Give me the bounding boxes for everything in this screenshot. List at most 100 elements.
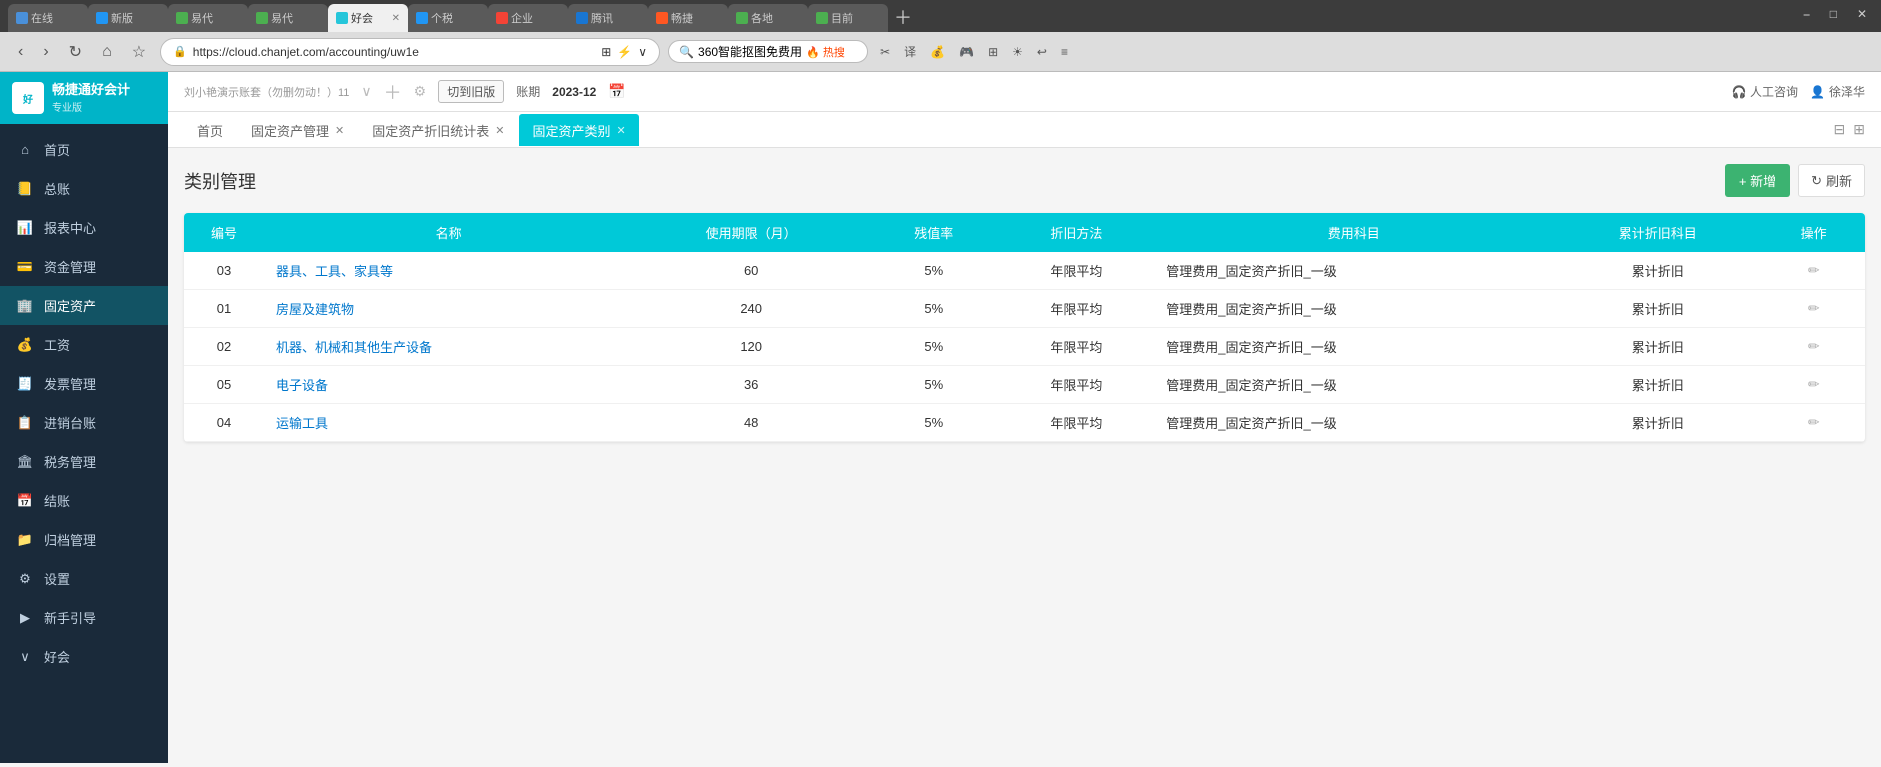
edit-icon[interactable]: ✏ — [1808, 262, 1820, 278]
cell-name[interactable]: 机器、机械和其他生产设备 — [264, 328, 633, 366]
refresh-button[interactable]: ↻ 刷新 — [1798, 164, 1865, 197]
cell-id: 03 — [184, 252, 264, 290]
tab-favicon — [496, 12, 508, 24]
service-button[interactable]: 🎧 人工咨询 — [1732, 83, 1798, 100]
tab-close-asset-category[interactable]: ✕ — [617, 124, 626, 137]
sidebar-item-home[interactable]: ⌂ 首页 — [0, 130, 168, 169]
cell-residual: 5% — [869, 290, 998, 328]
sidebar-item-archive[interactable]: 📁 归档管理 — [0, 520, 168, 559]
home-button[interactable]: ⌂ — [96, 41, 118, 63]
tab-close-asset-mgmt[interactable]: ✕ — [335, 124, 344, 137]
grid-tool[interactable]: ⊞ — [984, 43, 1002, 61]
minimize-button[interactable]: ⎯ — [1798, 5, 1816, 24]
add-account-btn[interactable]: ＋ — [384, 79, 402, 105]
browser-tab-muqian[interactable]: 目前 — [808, 4, 888, 32]
tab-label: 畅捷 — [671, 10, 720, 26]
tab-label: 各地 — [751, 10, 800, 26]
refresh-icon: ↻ — [1811, 173, 1822, 189]
tab-asset-category[interactable]: 固定资产类别 ✕ — [519, 114, 638, 146]
sidebar-item-invoice[interactable]: 🧾 发票管理 — [0, 364, 168, 403]
calendar-icon[interactable]: 📅 — [608, 83, 625, 100]
col-header-expense: 费用科目 — [1154, 213, 1553, 252]
sidebar-item-guide[interactable]: ▶ 新手引导 — [0, 598, 168, 637]
ledger-icon: 📒 — [16, 180, 34, 198]
tab-label: 目前 — [831, 10, 880, 26]
old-version-button[interactable]: 切到旧版 — [438, 80, 504, 103]
forward-button[interactable]: › — [37, 41, 54, 63]
refresh-label: 刷新 — [1826, 171, 1852, 190]
tab-minimize-icon[interactable]: ⊟ — [1834, 121, 1846, 138]
browser-controls: ⎯ □ ✕ — [1798, 5, 1873, 28]
back-button[interactable]: ‹ — [12, 41, 29, 63]
new-tab-button[interactable]: ＋ — [888, 4, 918, 32]
edit-icon[interactable]: ✏ — [1808, 414, 1820, 430]
sidebar-item-fund[interactable]: 💳 资金管理 — [0, 247, 168, 286]
sidebar-item-haohui[interactable]: ∨ 好会 — [0, 637, 168, 676]
search-icon: 🔍 — [679, 45, 694, 59]
browser-tab-tengxun[interactable]: 腾讯 — [568, 4, 648, 32]
sun-tool[interactable]: ☀ — [1008, 43, 1027, 61]
reload-button[interactable]: ↻ — [63, 40, 88, 64]
browser-tab-xinban[interactable]: 新版 — [88, 4, 168, 32]
browser-tab-haohui[interactable]: 好会 ✕ — [328, 4, 408, 32]
col-header-method: 折旧方法 — [998, 213, 1154, 252]
menu-button[interactable]: ≡ — [1057, 43, 1072, 61]
address-bar[interactable]: 🔒 https://cloud.chanjet.com/accounting/u… — [160, 38, 660, 66]
cell-accumulated: 累计折旧 — [1553, 366, 1762, 404]
game-tool[interactable]: 🎮 — [955, 43, 978, 61]
cell-name[interactable]: 电子设备 — [264, 366, 633, 404]
cut-tool[interactable]: ✂ — [876, 43, 894, 61]
sidebar-item-report[interactable]: 📊 报表中心 — [0, 208, 168, 247]
edit-icon[interactable]: ✏ — [1808, 338, 1820, 354]
add-category-button[interactable]: + 新增 — [1725, 164, 1790, 197]
user-account[interactable]: 👤 徐泽华 — [1810, 83, 1865, 100]
browser-tab-geshui[interactable]: 个税 — [408, 4, 488, 32]
browser-tab-gedi[interactable]: 各地 — [728, 4, 808, 32]
browser-tab-close[interactable]: ✕ — [392, 13, 400, 24]
service-label: 人工咨询 — [1750, 85, 1798, 99]
wallet-tool[interactable]: 💰 — [926, 43, 949, 61]
guide-icon: ▶ — [16, 609, 34, 627]
tab-label: 新版 — [111, 10, 160, 26]
browser-tab-yidai2[interactable]: 易代 — [248, 4, 328, 32]
tab-favicon — [656, 12, 668, 24]
browser-tab-qiye[interactable]: 企业 — [488, 4, 568, 32]
sidebar-item-settings[interactable]: ⚙ 设置 — [0, 559, 168, 598]
tab-depreciation-report[interactable]: 固定资产折旧统计表 ✕ — [359, 114, 517, 146]
username-text: 徐泽华 — [1829, 83, 1865, 100]
cell-residual: 5% — [869, 252, 998, 290]
edit-icon[interactable]: ✏ — [1808, 376, 1820, 392]
bookmark-button[interactable]: ☆ — [126, 40, 152, 64]
period-value: 2023-12 — [552, 85, 596, 99]
close-window-button[interactable]: ✕ — [1851, 5, 1873, 23]
sidebar-item-tax[interactable]: 🏛 税务管理 — [0, 442, 168, 481]
tab-asset-mgmt[interactable]: 固定资产管理 ✕ — [238, 114, 357, 146]
sidebar-item-close-period[interactable]: 📅 结账 — [0, 481, 168, 520]
cell-name[interactable]: 房屋及建筑物 — [264, 290, 633, 328]
translate-tool[interactable]: 译 — [900, 41, 920, 62]
sidebar-item-ledger[interactable]: 📒 总账 — [0, 169, 168, 208]
settings-gear-icon[interactable]: ⚙ — [414, 83, 427, 100]
cell-name[interactable]: 器具、工具、家具等 — [264, 252, 633, 290]
period-label: 账期 — [516, 83, 540, 100]
sidebar-item-trade[interactable]: 📋 进销台账 — [0, 403, 168, 442]
cell-months: 36 — [633, 366, 869, 404]
cell-name[interactable]: 运输工具 — [264, 404, 633, 442]
dropdown-icon[interactable]: ∨ — [361, 83, 371, 100]
tab-home[interactable]: 首页 — [184, 114, 236, 146]
tab-close-depreciation-report[interactable]: ✕ — [495, 124, 504, 137]
maximize-button[interactable]: □ — [1824, 5, 1843, 23]
sidebar-label-home: 首页 — [44, 140, 70, 159]
sidebar-label-report: 报表中心 — [44, 218, 96, 237]
tab-expand-icon[interactable]: ⊞ — [1853, 121, 1865, 138]
browser-tab-changjie[interactable]: 畅捷 — [648, 4, 728, 32]
sidebar-item-salary[interactable]: 💰 工资 — [0, 325, 168, 364]
search-bar[interactable]: 🔍 360智能抠图免费用 🔥 热搜 — [668, 40, 868, 63]
undo-tool[interactable]: ↩ — [1033, 43, 1051, 61]
browser-tab-zaixin[interactable]: 在线 — [8, 4, 88, 32]
sidebar-item-asset[interactable]: 🏢 固定资产 — [0, 286, 168, 325]
chevron-down-icon: ∨ — [638, 45, 647, 59]
edit-icon[interactable]: ✏ — [1808, 300, 1820, 316]
sidebar-label-settings: 设置 — [44, 569, 70, 588]
browser-tab-yidai1[interactable]: 易代 — [168, 4, 248, 32]
